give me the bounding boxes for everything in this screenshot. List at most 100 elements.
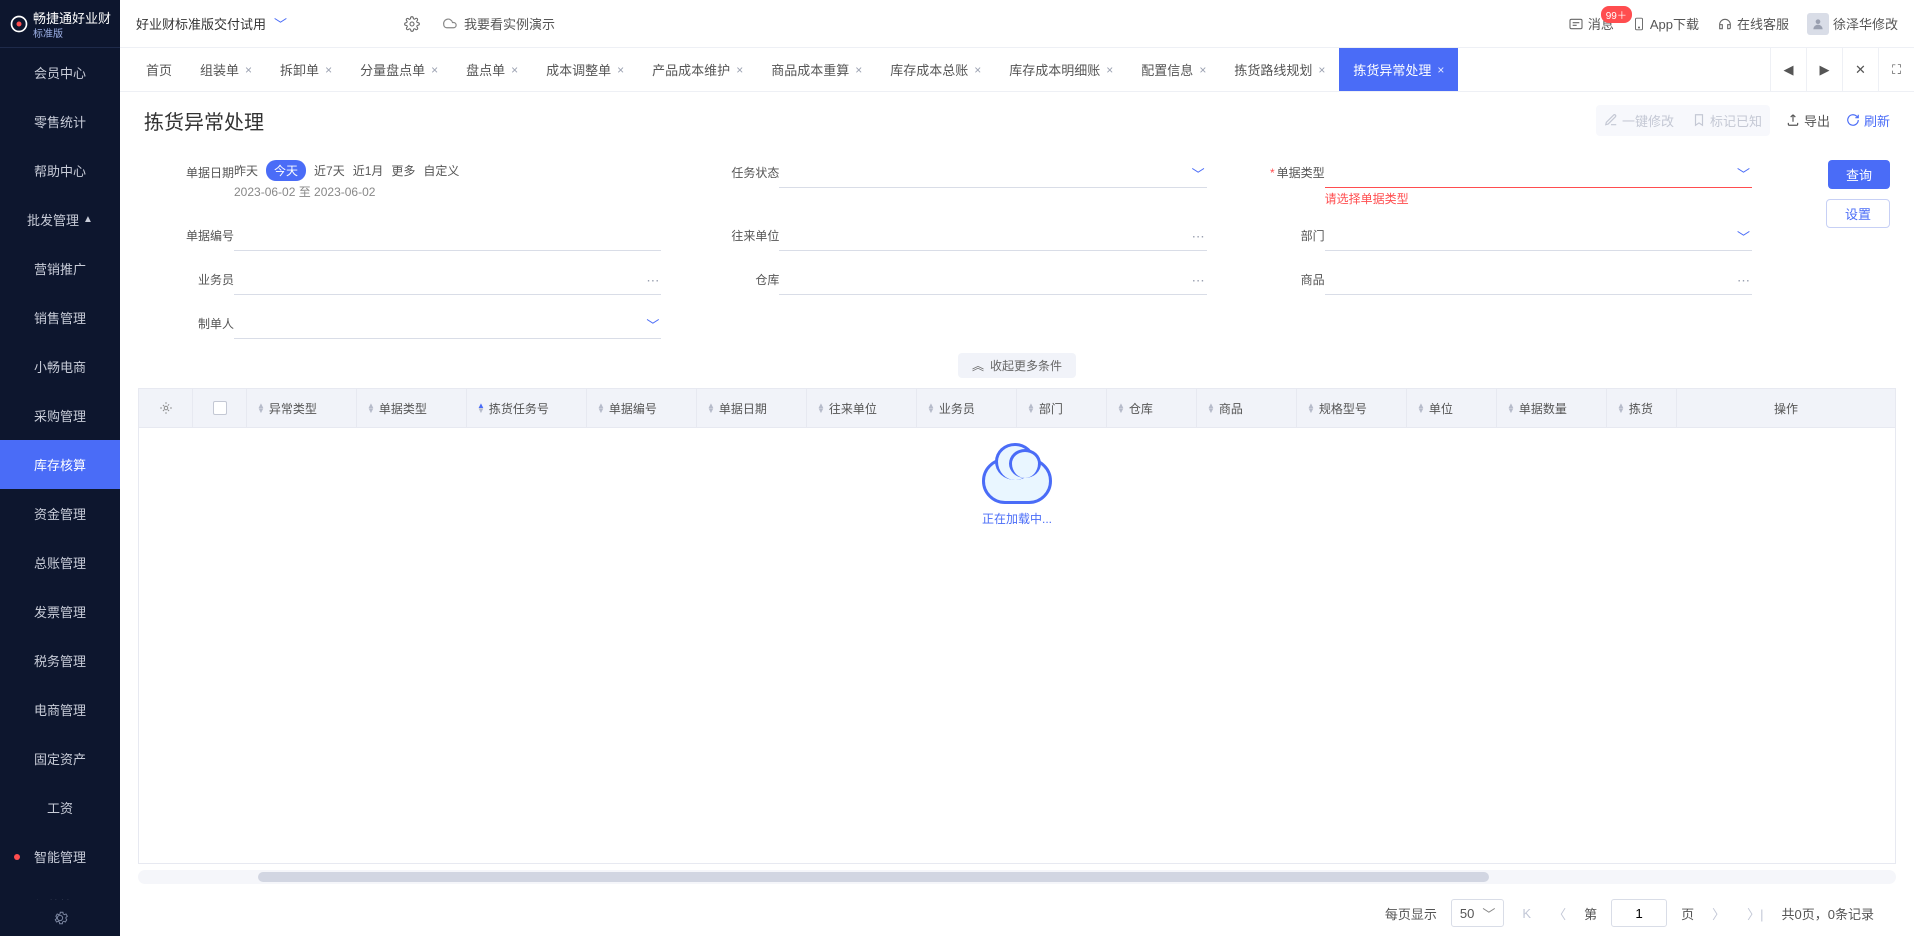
tabs-close-all[interactable]: ✕ (1842, 48, 1878, 91)
select-all-checkbox[interactable] (193, 389, 247, 427)
column-header[interactable]: ▲▼单据编号 (587, 389, 697, 427)
sidebar-item-smart[interactable]: 智能管理 (0, 832, 120, 881)
sidebar-item-xiaochang[interactable]: 小畅电商 (0, 342, 120, 391)
tab-库存成本总账[interactable]: 库存成本总账× (876, 48, 995, 91)
column-header[interactable]: ▲▼商品 (1197, 389, 1297, 427)
column-header[interactable]: ▲▼规格型号 (1297, 389, 1407, 427)
collapse-filters[interactable]: ︽ 收起更多条件 (958, 353, 1076, 378)
horizontal-scrollbar[interactable] (138, 870, 1896, 884)
close-icon[interactable]: × (617, 63, 624, 77)
sidebar-item-inventory[interactable]: 库存核算 (0, 440, 120, 489)
tab-首页[interactable]: 首页 (132, 48, 186, 91)
sidebar-item-sales[interactable]: 销售管理 (0, 293, 120, 342)
support-action[interactable]: 在线客服 (1717, 14, 1789, 33)
sidebar-item-assets[interactable]: 固定资产 (0, 734, 120, 783)
export-button[interactable]: 导出 (1786, 111, 1830, 130)
user-menu[interactable]: 徐泽华修改 (1807, 13, 1898, 35)
pager-next[interactable]: 〉 (1708, 904, 1729, 923)
date-more[interactable]: 更多 (391, 162, 415, 179)
table-settings-icon[interactable] (139, 389, 193, 427)
tab-拆卸单[interactable]: 拆卸单× (266, 48, 346, 91)
date-last7[interactable]: 近7天 (314, 162, 345, 179)
sidebar-item-ledger[interactable]: 总账管理 (0, 538, 120, 587)
partner-select[interactable]: ⋯ (779, 223, 1206, 251)
column-header[interactable]: ▲▼拣货 (1607, 389, 1677, 427)
doctype-select[interactable]: ﹀ (1325, 160, 1752, 188)
sort-icon: ▲▼ (597, 403, 605, 413)
sidebar-item-retail-stats[interactable]: 零售统计 (0, 97, 120, 146)
salesman-select[interactable]: ⋯ (234, 267, 661, 295)
tab-产品成本维护[interactable]: 产品成本维护× (638, 48, 757, 91)
taskstatus-select[interactable]: ﹀ (779, 160, 1206, 188)
sidebar-item-invoice[interactable]: 发票管理 (0, 587, 120, 636)
demo-link[interactable]: 我要看实例演示 (440, 14, 555, 33)
close-icon[interactable]: × (1106, 63, 1113, 77)
sidebar-item-purchase[interactable]: 采购管理 (0, 391, 120, 440)
tab-库存成本明细账[interactable]: 库存成本明细账× (995, 48, 1127, 91)
refresh-button[interactable]: 刷新 (1846, 111, 1890, 130)
perpage-select[interactable]: 50 ﹀ (1451, 899, 1504, 927)
sidebar-item-help[interactable]: 帮助中心 (0, 146, 120, 195)
close-icon[interactable]: × (974, 63, 981, 77)
tabs-next[interactable]: ▶ (1806, 48, 1842, 91)
close-icon[interactable]: × (431, 63, 438, 77)
query-button[interactable]: 查询 (1828, 160, 1890, 189)
column-header[interactable]: ▲▼单位 (1407, 389, 1497, 427)
column-header[interactable]: ▲▼业务员 (917, 389, 1017, 427)
column-header[interactable]: ▲▼往来单位 (807, 389, 917, 427)
sidebar-item-fund[interactable]: 资金管理 (0, 489, 120, 538)
tabs-prev[interactable]: ◀ (1770, 48, 1806, 91)
sidebar-item-wholesale[interactable]: 批发管理▲ (0, 195, 120, 244)
download-action[interactable]: App下载 (1632, 14, 1699, 33)
date-yesterday[interactable]: 昨天 (234, 162, 258, 179)
product-selector[interactable]: 好业财标准版交付试用 ﹀ (136, 14, 396, 33)
tab-成本调整单[interactable]: 成本调整单× (532, 48, 638, 91)
column-header[interactable]: ▲▼异常类型 (247, 389, 357, 427)
maker-select[interactable]: ﹀ (234, 311, 661, 339)
tab-拣货异常处理[interactable]: 拣货异常处理× (1339, 48, 1458, 91)
sidebar-item-salary[interactable]: 工资 (0, 783, 120, 832)
tab-组装单[interactable]: 组装单× (186, 48, 266, 91)
dept-select[interactable]: ﹀ (1325, 223, 1752, 251)
column-header[interactable]: ▲▼单据类型 (357, 389, 467, 427)
sidebar-item-ecom[interactable]: 电商管理 (0, 685, 120, 734)
date-today[interactable]: 今天 (266, 160, 306, 181)
warehouse-select[interactable]: ⋯ (779, 267, 1206, 295)
close-icon[interactable]: × (1318, 63, 1325, 77)
tab-商品成本重算[interactable]: 商品成本重算× (757, 48, 876, 91)
date-lastmonth[interactable]: 近1月 (353, 162, 384, 179)
fullscreen-icon[interactable]: ⛶ (1878, 48, 1914, 91)
sidebar-settings-icon[interactable] (0, 900, 120, 936)
column-header[interactable]: ▲▼拣货任务号 (467, 389, 587, 427)
settings-button[interactable]: 设置 (1826, 199, 1890, 228)
sidebar-item-ops[interactable]: 经营管理 (0, 881, 120, 900)
settings-icon[interactable] (396, 8, 428, 40)
close-icon[interactable]: × (1199, 63, 1206, 77)
tab-拣货路线规划[interactable]: 拣货路线规划× (1220, 48, 1339, 91)
date-custom[interactable]: 自定义 (423, 162, 459, 179)
column-header[interactable]: ▲▼单据日期 (697, 389, 807, 427)
sidebar-item-tax[interactable]: 税务管理 (0, 636, 120, 685)
loading-indicator: 正在加载中... (982, 458, 1052, 527)
close-icon[interactable]: × (736, 63, 743, 77)
pager-first[interactable]: K (1518, 906, 1535, 921)
close-icon[interactable]: × (511, 63, 518, 77)
product-select[interactable]: ⋯ (1325, 267, 1752, 295)
docno-input[interactable] (234, 223, 661, 251)
pager-last[interactable]: 〉| (1743, 904, 1767, 923)
tab-配置信息[interactable]: 配置信息× (1127, 48, 1220, 91)
column-header[interactable]: ▲▼仓库 (1107, 389, 1197, 427)
close-icon[interactable]: × (855, 63, 862, 77)
pager-prev[interactable]: 〈 (1549, 904, 1570, 923)
close-icon[interactable]: × (325, 63, 332, 77)
pager-page-input[interactable] (1611, 899, 1667, 927)
sidebar-item-marketing[interactable]: 营销推广 (0, 244, 120, 293)
tab-盘点单[interactable]: 盘点单× (452, 48, 532, 91)
sidebar-item-member[interactable]: 会员中心 (0, 48, 120, 97)
column-header[interactable]: ▲▼单据数量 (1497, 389, 1607, 427)
messages-action[interactable]: 消息 99＋ (1568, 14, 1614, 33)
close-icon[interactable]: × (1437, 63, 1444, 77)
tab-分量盘点单[interactable]: 分量盘点单× (346, 48, 452, 91)
close-icon[interactable]: × (245, 63, 252, 77)
column-header[interactable]: ▲▼部门 (1017, 389, 1107, 427)
